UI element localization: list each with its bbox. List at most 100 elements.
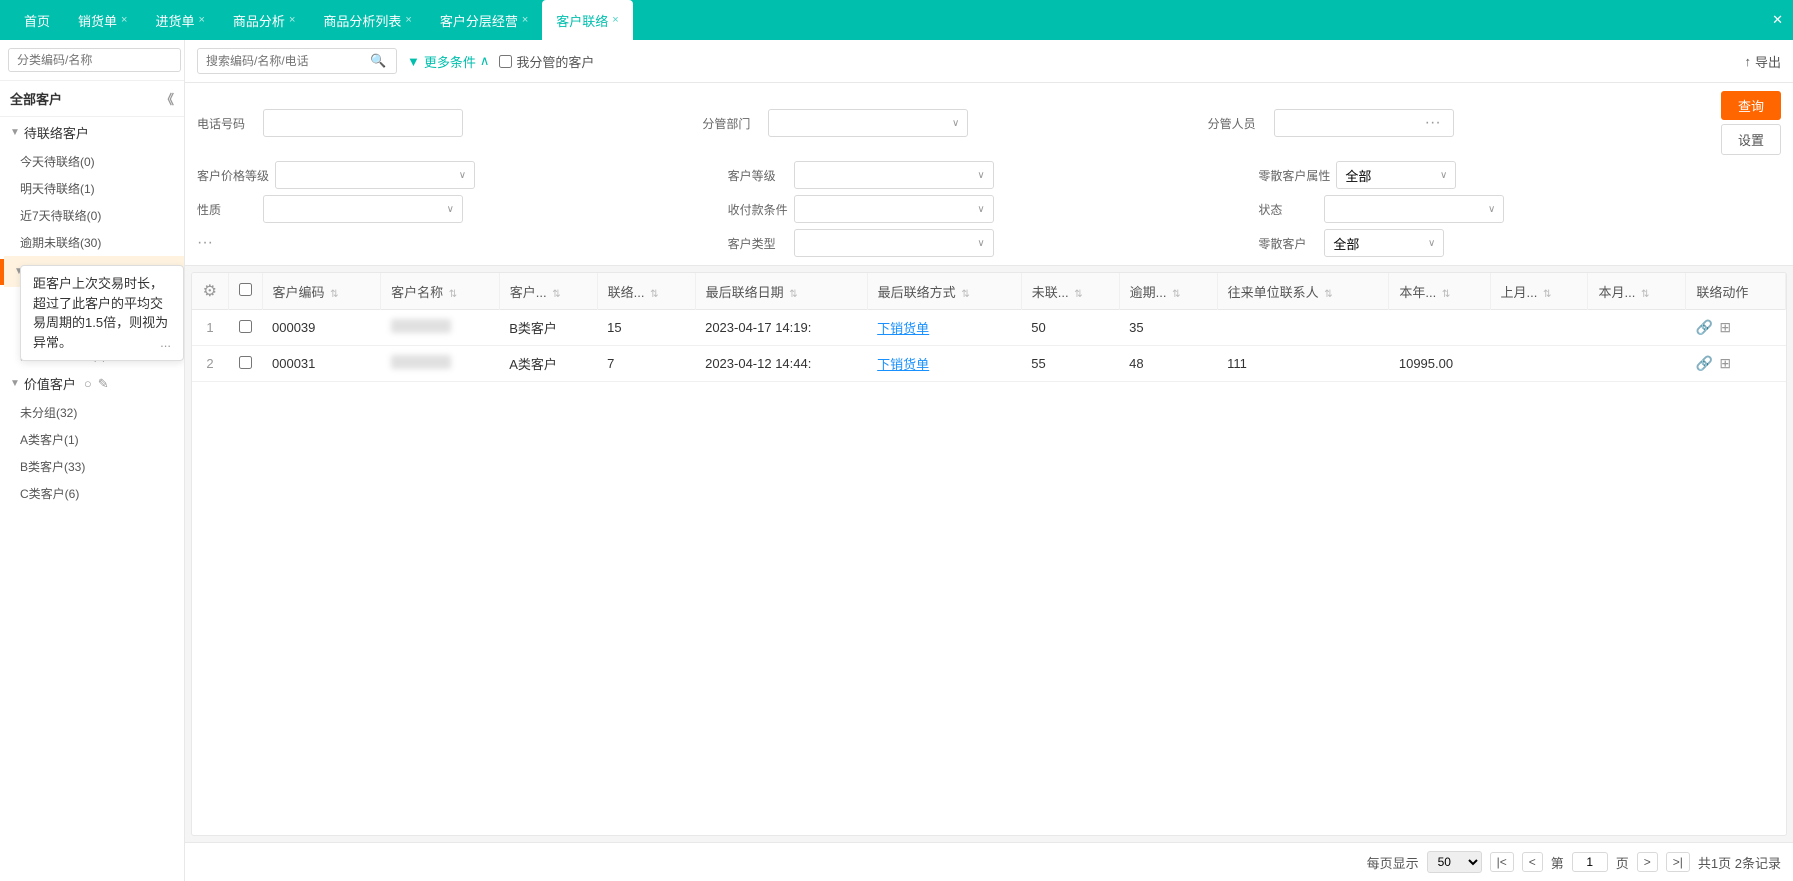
row-1-last-method[interactable]: 下销货单 bbox=[867, 310, 1021, 346]
name-sort-icon[interactable]: ⇅ bbox=[449, 289, 457, 300]
nav-customer-tier-close[interactable]: × bbox=[522, 14, 528, 26]
window-close-btn[interactable]: ✕ bbox=[1772, 12, 1783, 28]
nav-sales-close[interactable]: × bbox=[121, 14, 127, 26]
contact-person-sort-icon[interactable]: ⇅ bbox=[1324, 289, 1332, 300]
filter-dept-select[interactable]: ∨ bbox=[768, 109, 968, 137]
filter-payment-select[interactable]: ∨ bbox=[794, 195, 994, 223]
table-header-row: ⚙ 客户编码 ⇅ 客户名称 ⇅ bbox=[192, 273, 1786, 310]
filter-gender-field: 性质 ∨ bbox=[197, 195, 720, 223]
my-customers-input[interactable] bbox=[499, 55, 512, 68]
filter-gender-select[interactable]: ∨ bbox=[263, 195, 463, 223]
row-1-grid-icon[interactable]: ⊞ bbox=[1719, 319, 1731, 336]
filter-search-icon[interactable]: 🔍 bbox=[370, 53, 386, 69]
row-2-num: 2 bbox=[192, 346, 228, 382]
export-btn[interactable]: ↑ 导出 bbox=[1744, 52, 1781, 71]
row-2-last-method[interactable]: 下销货单 bbox=[867, 346, 1021, 382]
next-page-btn[interactable]: > bbox=[1637, 852, 1658, 872]
row4-dots-icon[interactable]: ··· bbox=[197, 234, 213, 252]
sidebar-item-a-class[interactable]: A类客户(1) bbox=[0, 426, 184, 453]
manager-dots-icon[interactable]: ··· bbox=[1425, 114, 1441, 132]
filter-search-input[interactable] bbox=[206, 54, 366, 68]
sidebar-search-input[interactable] bbox=[8, 48, 181, 72]
row-2-checkbox[interactable] bbox=[228, 346, 262, 382]
code-sort-icon[interactable]: ⇅ bbox=[330, 289, 338, 300]
filter-more-btn[interactable]: ▼ 更多条件 ∧ bbox=[407, 52, 489, 71]
sidebar-item-b-class[interactable]: B类客户(33) bbox=[0, 453, 184, 480]
sidebar-item-ungrouped[interactable]: 未分组(32) bbox=[0, 399, 184, 426]
table-settings-icon[interactable]: ⚙ bbox=[203, 283, 217, 300]
filter-customer-type-select[interactable]: ∨ bbox=[794, 229, 994, 257]
sidebar-collapse-icon[interactable]: 《 bbox=[161, 89, 174, 108]
nav-customer-contact-close[interactable]: × bbox=[612, 14, 618, 26]
filter-bar: 🔍 ▼ 更多条件 ∧ 我分管的客户 ↑ 导出 bbox=[185, 40, 1793, 83]
my-customers-checkbox[interactable]: 我分管的客户 bbox=[499, 52, 594, 71]
th-settings[interactable]: ⚙ bbox=[192, 273, 228, 310]
row-2-grid-icon[interactable]: ⊞ bbox=[1719, 355, 1731, 372]
nav-customer-tier[interactable]: 客户分层经营 × bbox=[426, 0, 542, 40]
nav-product-analysis-close[interactable]: × bbox=[289, 14, 295, 26]
page-input[interactable] bbox=[1572, 852, 1608, 872]
nav-customer-contact[interactable]: 客户联络 × bbox=[542, 0, 632, 40]
last-page-btn[interactable]: >| bbox=[1666, 852, 1690, 872]
last-method-sort-icon[interactable]: ⇅ bbox=[961, 289, 969, 300]
adv-filter: 电话号码 分管部门 ∨ 分管人员 ··· bbox=[185, 83, 1793, 266]
uncontacted-sort-icon[interactable]: ⇅ bbox=[1074, 289, 1082, 300]
pending-arrow-icon: ▼ bbox=[10, 127, 20, 138]
settings-btn[interactable]: 设置 bbox=[1721, 124, 1781, 155]
filter-status-select[interactable]: ∨ bbox=[1324, 195, 1504, 223]
filter-retail-customer-select[interactable]: 全部 ∨ bbox=[1324, 229, 1444, 257]
tooltip-close-icon[interactable]: ... bbox=[160, 333, 171, 353]
value-edit-icon[interactable]: ○ bbox=[84, 376, 92, 391]
filter-retail-attr-select[interactable]: 全部 ∨ bbox=[1336, 161, 1456, 189]
nav-product-list-close[interactable]: × bbox=[405, 14, 411, 26]
type-sort-icon[interactable]: ⇅ bbox=[552, 289, 560, 300]
sidebar-item-c-class[interactable]: C类客户(6) bbox=[0, 480, 184, 507]
filter-phone-input[interactable] bbox=[263, 109, 463, 137]
tooltip-popup: 距客户上次交易时长，超过了此客户的平均交易周期的1.5倍，则视为异常。 ... bbox=[20, 265, 184, 361]
table-select-all[interactable] bbox=[239, 283, 252, 296]
total-label: 共1页 2条记录 bbox=[1698, 853, 1781, 872]
last-month-sort-icon[interactable]: ⇅ bbox=[1543, 289, 1551, 300]
first-page-btn[interactable]: |< bbox=[1490, 852, 1514, 872]
nav-purchase-close[interactable]: × bbox=[198, 14, 204, 26]
sidebar-section-value[interactable]: ▼ 价值客户 ○ ✎ bbox=[0, 368, 184, 399]
row-2-type: A类客户 bbox=[499, 346, 597, 382]
filter-customer-type-field: 客户类型 ∨ bbox=[728, 229, 1251, 257]
nav-purchase[interactable]: 进货单 × bbox=[141, 0, 218, 40]
filter-customer-level-select[interactable]: ∨ bbox=[794, 161, 994, 189]
sidebar-item-tomorrow[interactable]: 明天待联络(1) bbox=[0, 175, 184, 202]
nav-product-analysis[interactable]: 商品分析 × bbox=[219, 0, 309, 40]
sidebar-search-area: 🔍 bbox=[0, 40, 184, 81]
contact-count-sort-icon[interactable]: ⇅ bbox=[650, 289, 658, 300]
th-uncontacted: 未联... ⇅ bbox=[1021, 273, 1119, 310]
sidebar-item-today[interactable]: 今天待联络(0) bbox=[0, 148, 184, 175]
row-1-link-icon[interactable]: 🔗 bbox=[1696, 319, 1713, 336]
nav-product-list[interactable]: 商品分析列表 × bbox=[309, 0, 425, 40]
nav-home[interactable]: 首页 bbox=[10, 0, 64, 40]
year-sort-icon[interactable]: ⇅ bbox=[1442, 289, 1450, 300]
table-area: ⚙ 客户编码 ⇅ 客户名称 ⇅ bbox=[191, 272, 1787, 836]
sidebar-section-pending[interactable]: ▼ 待联络客户 bbox=[0, 117, 184, 148]
page-size-select[interactable]: 50 100 200 bbox=[1427, 851, 1482, 873]
this-month-sort-icon[interactable]: ⇅ bbox=[1641, 289, 1649, 300]
filter-price-level-select[interactable]: ∨ bbox=[275, 161, 475, 189]
query-btn[interactable]: 查询 bbox=[1721, 91, 1781, 120]
sidebar-item-overdue[interactable]: 逾期未联络(30) bbox=[0, 229, 184, 256]
row-1-checkbox[interactable] bbox=[228, 310, 262, 346]
sidebar: 🔍 全部客户 《 ▼ 待联络客户 今天待联络(0) 明天待联络(1) 近7天待联… bbox=[0, 40, 185, 881]
filter-manager-select[interactable]: ··· bbox=[1274, 109, 1454, 137]
filter-more-arrow: ∧ bbox=[480, 53, 490, 69]
row-2-link-icon[interactable]: 🔗 bbox=[1696, 355, 1713, 372]
prev-page-btn[interactable]: < bbox=[1522, 852, 1543, 872]
sidebar-item-7days[interactable]: 近7天待联络(0) bbox=[0, 202, 184, 229]
last-date-sort-icon[interactable]: ⇅ bbox=[789, 289, 797, 300]
th-this-month: 本月... ⇅ bbox=[1588, 273, 1686, 310]
sidebar-header: 全部客户 《 bbox=[0, 81, 184, 117]
overdue-sort-icon[interactable]: ⇅ bbox=[1172, 289, 1180, 300]
nav-sales[interactable]: 销货单 × bbox=[64, 0, 141, 40]
row-2-contact-person: 111 bbox=[1217, 346, 1389, 382]
value-add-icon[interactable]: ✎ bbox=[98, 376, 109, 392]
filter-icon: ▼ bbox=[407, 54, 420, 69]
payment-down-arrow: ∨ bbox=[977, 204, 984, 215]
table-row: 2 000031 A类客户 7 2023-04-12 14:44: 下销货单 5… bbox=[192, 346, 1786, 382]
